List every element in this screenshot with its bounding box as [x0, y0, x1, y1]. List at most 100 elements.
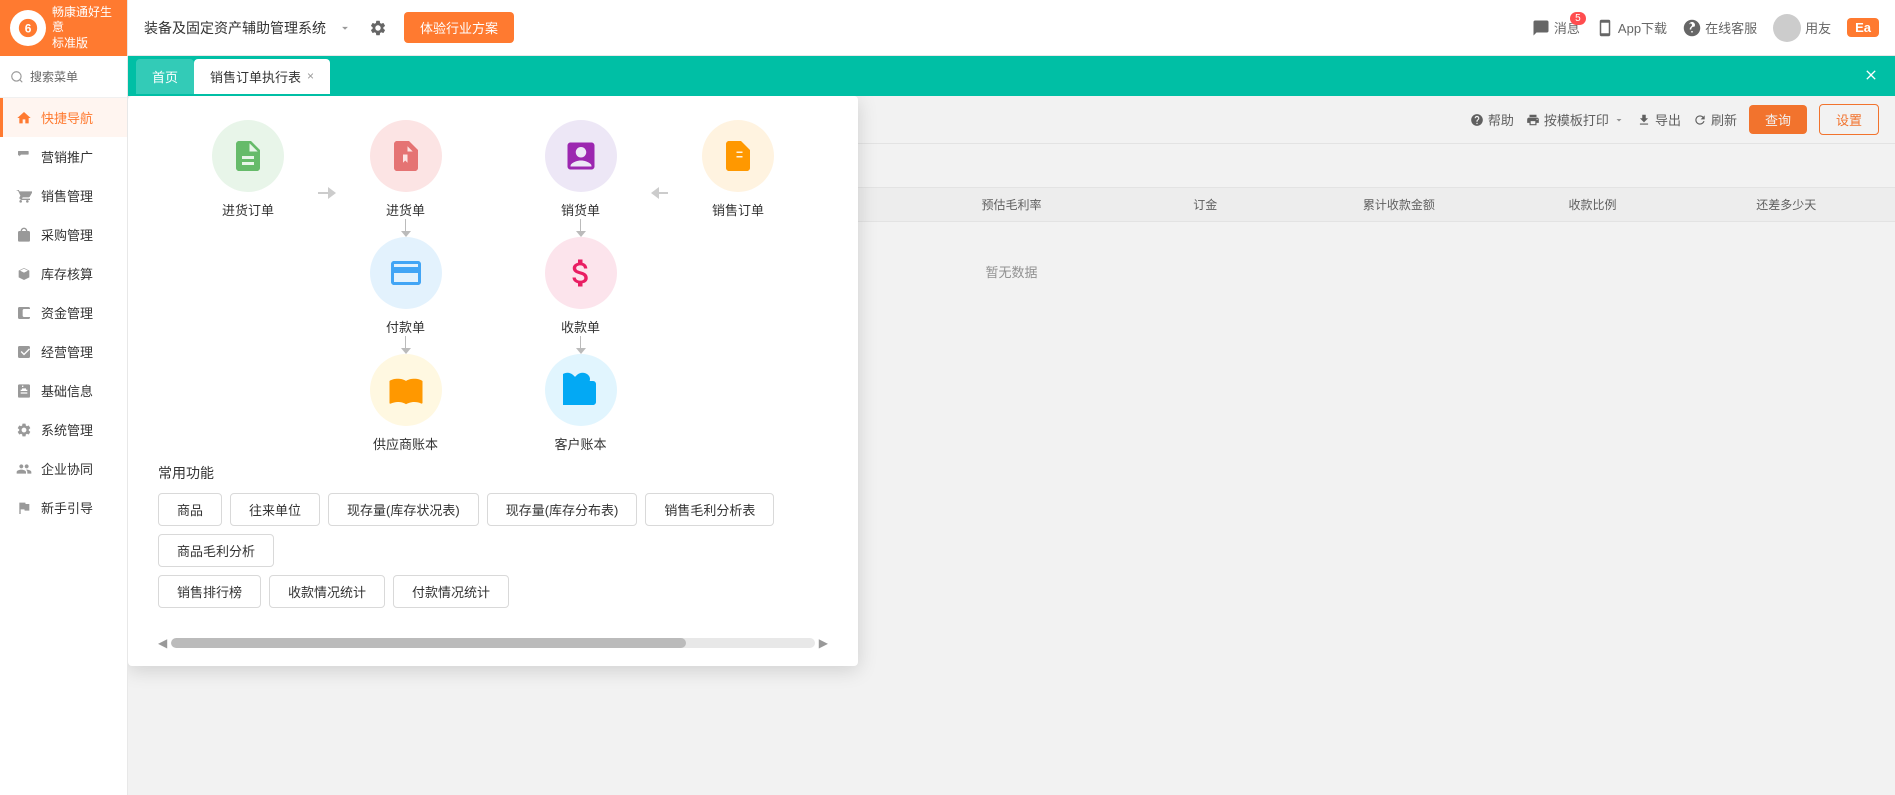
btn-payment-stat[interactable]: 付款情况统计: [393, 575, 509, 608]
wallet-icon: [15, 304, 33, 322]
app-download-item[interactable]: App下载: [1596, 18, 1667, 37]
sidebar-item-label: 基础信息: [41, 381, 93, 400]
cart-icon: [15, 187, 33, 205]
s1: [178, 336, 318, 354]
message-badge: 5: [1570, 12, 1586, 25]
supplier-ledger-circle: [370, 354, 442, 426]
spacer-arrow1: [318, 219, 336, 237]
common-btns-row2: 销售排行榜 收款情况统计 付款情况统计: [158, 575, 828, 608]
sidebar-item-label: 快捷导航: [41, 108, 93, 127]
flow-node-customer-ledger[interactable]: 客户账本: [511, 354, 651, 453]
scroll-left-btn[interactable]: ◀: [158, 636, 167, 650]
content-area: 帮助 按模板打印 导出 刷新 查询 设置: [128, 96, 1895, 795]
btn-receipt-stat[interactable]: 收款情况统计: [269, 575, 385, 608]
svg-text:6: 6: [25, 22, 32, 36]
scroll-area: ◀ ▶: [128, 632, 858, 650]
system-dropdown[interactable]: [338, 21, 352, 35]
btn-stock-status[interactable]: 现存量(库存状况表): [328, 493, 479, 526]
sidebar-item-basic[interactable]: 基础信息: [0, 371, 127, 410]
modal-box: 进货订单 进货单: [128, 96, 858, 666]
btn-product[interactable]: 商品: [158, 493, 222, 526]
btn-sales-profit[interactable]: 销售毛利分析表: [645, 493, 774, 526]
tab-home[interactable]: 首页: [136, 59, 194, 94]
arrow-sales-order-to-bill: [651, 187, 669, 219]
sidebar-item-label: 采购管理: [41, 225, 93, 244]
sidebar-item-marketing[interactable]: 营销推广: [0, 137, 127, 176]
tab-bar: 首页 销售订单执行表 ×: [128, 56, 1895, 96]
btn-partner[interactable]: 往来单位: [230, 493, 320, 526]
sales-order-label: 销售订单: [712, 200, 764, 219]
flow-node-payment[interactable]: 付款单: [336, 237, 476, 336]
settings-icon[interactable]: [364, 14, 392, 42]
flow-arrows-down: [158, 219, 828, 237]
s3: [476, 336, 511, 354]
search-menu-button[interactable]: 搜索菜单: [8, 64, 119, 89]
bag-icon: [15, 226, 33, 244]
spacer3: [651, 219, 669, 237]
flow-node-sales-order[interactable]: 销售订单: [668, 120, 808, 219]
tab-close-right[interactable]: [1855, 67, 1887, 86]
sidebar-item-purchase[interactable]: 采购管理: [0, 215, 127, 254]
info-icon: [15, 382, 33, 400]
sidebar-item-label: 经营管理: [41, 342, 93, 361]
top-header: 装备及固定资产辅助管理系统 体验行业方案 5 消息 App下载 在线客服: [128, 0, 1895, 56]
flag-icon: [15, 499, 33, 517]
spacer1: [178, 219, 318, 237]
sidebar: 6 畅康通好生意 标准版 搜索菜单 快捷导航 营销推广: [0, 0, 128, 795]
flow-row-1: 进货订单 进货单: [158, 120, 828, 219]
flow-node-supplier-ledger[interactable]: 供应商账本: [336, 354, 476, 453]
main-content: 装备及固定资产辅助管理系统 体验行业方案 5 消息 App下载 在线客服: [128, 0, 1895, 795]
tab-sales-order[interactable]: 销售订单执行表 ×: [194, 59, 330, 94]
flow-row-3: 供应商账本 客户账本: [158, 354, 828, 453]
arrow-down-sales: [511, 219, 651, 237]
flow-node-purchase-bill[interactable]: 进货单: [336, 120, 476, 219]
tab-close-icon[interactable]: ×: [307, 69, 314, 83]
payment-circle: [370, 237, 442, 309]
app-label: App下载: [1618, 18, 1667, 37]
search-label: 搜索菜单: [30, 68, 78, 85]
users-icon: [15, 460, 33, 478]
sidebar-item-finance[interactable]: 资金管理: [0, 293, 127, 332]
sidebar-item-sales[interactable]: 销售管理: [0, 176, 127, 215]
sales-bill-circle: [545, 120, 617, 192]
sidebar-search[interactable]: 搜索菜单: [0, 56, 127, 98]
arrow-purchase-to-bill: [318, 187, 336, 219]
customer-ledger-label: 客户账本: [554, 434, 606, 453]
user-item[interactable]: 用友: [1773, 14, 1831, 42]
arrow-down-payment: [336, 336, 476, 354]
sidebar-item-quick-nav[interactable]: 快捷导航: [0, 98, 127, 137]
customer-ledger-circle: [545, 354, 617, 426]
system-title: 装备及固定资产辅助管理系统: [144, 18, 326, 38]
receipt-label: 收款单: [561, 317, 600, 336]
flow-node-receipt[interactable]: 收款单: [511, 237, 651, 336]
spacer4: [668, 219, 808, 237]
sidebar-item-label: 资金管理: [41, 303, 93, 322]
btn-product-profit[interactable]: 商品毛利分析: [158, 534, 274, 567]
btn-sales-rank[interactable]: 销售排行榜: [158, 575, 261, 608]
sidebar-item-label: 营销推广: [41, 147, 93, 166]
sidebar-item-system[interactable]: 系统管理: [0, 410, 127, 449]
purchase-bill-circle: [370, 120, 442, 192]
sidebar-item-guide[interactable]: 新手引导: [0, 488, 127, 527]
gear-icon: [15, 421, 33, 439]
tab-home-label: 首页: [152, 67, 178, 86]
spacer2: [476, 219, 511, 237]
scroll-right-btn[interactable]: ▶: [819, 636, 828, 650]
message-item[interactable]: 5 消息: [1532, 18, 1580, 37]
sidebar-item-inventory[interactable]: 库存核算: [0, 254, 127, 293]
sidebar-item-business[interactable]: 经营管理: [0, 332, 127, 371]
arrow-down-purchase: [336, 219, 476, 237]
sales-order-circle: [702, 120, 774, 192]
btn-stock-dist[interactable]: 现存量(库存分布表): [487, 493, 638, 526]
try-btn[interactable]: 体验行业方案: [404, 12, 514, 43]
supplier-ledger-label: 供应商账本: [373, 434, 438, 453]
header-right: 5 消息 App下载 在线客服 用友 Ea: [1532, 14, 1879, 42]
sidebar-item-enterprise[interactable]: 企业协同: [0, 449, 127, 488]
flow-node-sales-bill[interactable]: 销货单: [511, 120, 651, 219]
flow-node-purchase-order[interactable]: 进货订单: [178, 120, 318, 219]
flow-row-2: 付款单 收款单: [158, 237, 828, 336]
scroll-track[interactable]: [171, 638, 815, 648]
flow-arrows-down-2: [158, 336, 828, 354]
sidebar-item-label: 企业协同: [41, 459, 93, 478]
service-item[interactable]: 在线客服: [1683, 18, 1757, 37]
